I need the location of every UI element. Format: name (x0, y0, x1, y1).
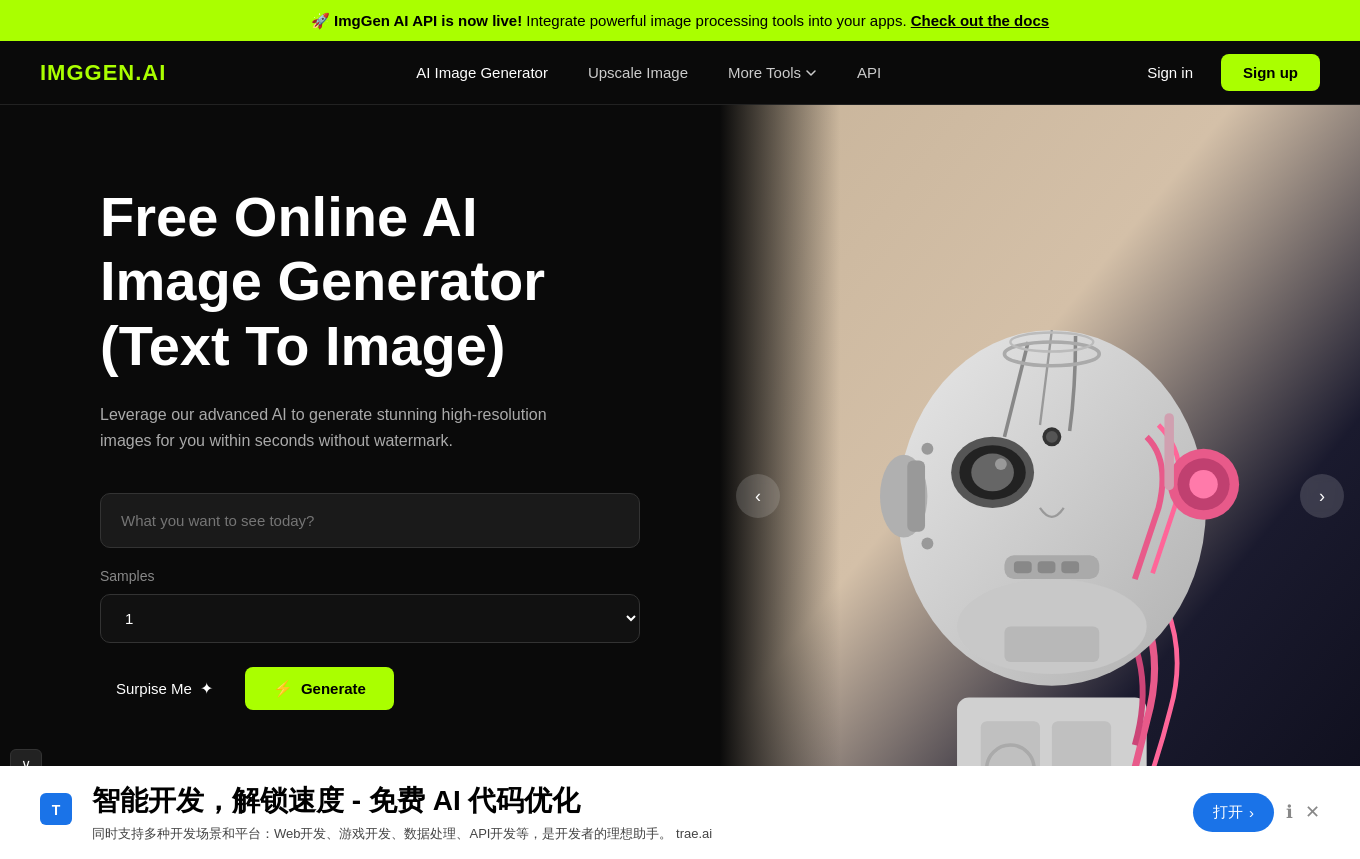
announcement-rocket: 🚀 (311, 12, 330, 29)
ad-logo-icon: T (40, 793, 72, 831)
svg-text:T: T (52, 802, 61, 818)
header-actions: Sign in Sign up (1131, 54, 1320, 91)
signin-button[interactable]: Sign in (1131, 56, 1209, 89)
nav-upscale-image[interactable]: Upscale Image (572, 56, 704, 89)
svg-point-25 (921, 443, 933, 455)
announcement-cta-link[interactable]: Check out the docs (911, 12, 1049, 29)
main-content: Free Online AI Image Generator (Text To … (0, 105, 1360, 859)
svg-point-21 (1189, 470, 1217, 498)
signup-button[interactable]: Sign up (1221, 54, 1320, 91)
svg-rect-17 (1038, 561, 1056, 573)
generate-button[interactable]: ⚡ Generate (245, 667, 394, 710)
logo-text: IMGGEN (40, 60, 135, 85)
nav-more-tools[interactable]: More Tools (712, 56, 833, 89)
main-nav: AI Image Generator Upscale Image More To… (400, 56, 897, 89)
header: IMGGEN.AI AI Image Generator Upscale Ima… (0, 41, 1360, 105)
carousel-next-button[interactable]: › (1300, 474, 1344, 518)
generate-label: Generate (301, 680, 366, 697)
ad-cta-button[interactable]: 打开 › (1193, 793, 1274, 832)
prompt-input-wrapper (100, 493, 640, 548)
carousel-container: ‹ › (720, 105, 1360, 859)
hero-subtitle: Leverage our advanced AI to generate stu… (100, 402, 580, 453)
image-gradient-overlay (720, 105, 840, 859)
svg-rect-22 (1164, 413, 1173, 490)
sparkle-icon: ✦ (200, 679, 213, 698)
ad-cta-label: 打开 (1213, 803, 1243, 822)
ad-brand-logo: T (40, 793, 72, 825)
samples-select[interactable]: 1 2 3 4 (100, 594, 640, 643)
announcement-subtext: Integrate powerful image processing tool… (526, 12, 910, 29)
announcement-bar: 🚀 ImgGen AI API is now live! Integrate p… (0, 0, 1360, 41)
nav-ai-image-generator[interactable]: AI Image Generator (400, 56, 564, 89)
ad-banner: T 智能开发，解锁速度 - 免费 AI 代码优化 同时支持多种开发场景和平台：W… (0, 766, 1360, 860)
right-panel: ‹ › (720, 105, 1360, 859)
samples-section: Samples 1 2 3 4 (100, 568, 640, 643)
left-panel: Free Online AI Image Generator (Text To … (0, 105, 720, 859)
logo[interactable]: IMGGEN.AI (40, 60, 166, 86)
ad-subtitle: 同时支持多种开发场景和平台：Web开发、游戏开发、数据处理、API开发等，是开发… (92, 824, 1173, 844)
surprise-label: Surpise Me (116, 680, 192, 697)
svg-rect-16 (1014, 561, 1032, 573)
chevron-down-icon (805, 67, 817, 79)
ad-cta-arrow: › (1249, 804, 1254, 821)
nav-api[interactable]: API (841, 56, 897, 89)
svg-point-10 (995, 458, 1007, 470)
logo-suffix: AI (142, 60, 166, 85)
samples-label: Samples (100, 568, 640, 584)
carousel-prev-button[interactable]: ‹ (736, 474, 780, 518)
svg-rect-18 (1061, 561, 1079, 573)
hero-title: Free Online AI Image Generator (Text To … (100, 185, 640, 378)
ad-close-button[interactable]: ✕ (1305, 801, 1320, 823)
svg-point-9 (971, 453, 1014, 491)
announcement-main-text: ImgGen AI API is now live! (334, 12, 522, 29)
svg-point-24 (1046, 431, 1058, 443)
svg-rect-12 (907, 461, 925, 532)
svg-point-26 (921, 538, 933, 550)
ad-content: 智能开发，解锁速度 - 免费 AI 代码优化 同时支持多种开发场景和平台：Web… (92, 782, 1173, 844)
ad-title: 智能开发，解锁速度 - 免费 AI 代码优化 (92, 782, 1173, 820)
generate-icon: ⚡ (273, 679, 293, 698)
svg-rect-28 (1004, 626, 1099, 662)
ad-actions: 打开 › ℹ ✕ (1193, 793, 1320, 832)
surprise-button[interactable]: Surpise Me ✦ (100, 669, 229, 708)
prompt-input[interactable] (100, 493, 640, 548)
nav-more-tools-label: More Tools (728, 64, 801, 81)
buttons-row: Surpise Me ✦ ⚡ Generate (100, 667, 640, 710)
ad-info-button[interactable]: ℹ (1286, 801, 1293, 823)
